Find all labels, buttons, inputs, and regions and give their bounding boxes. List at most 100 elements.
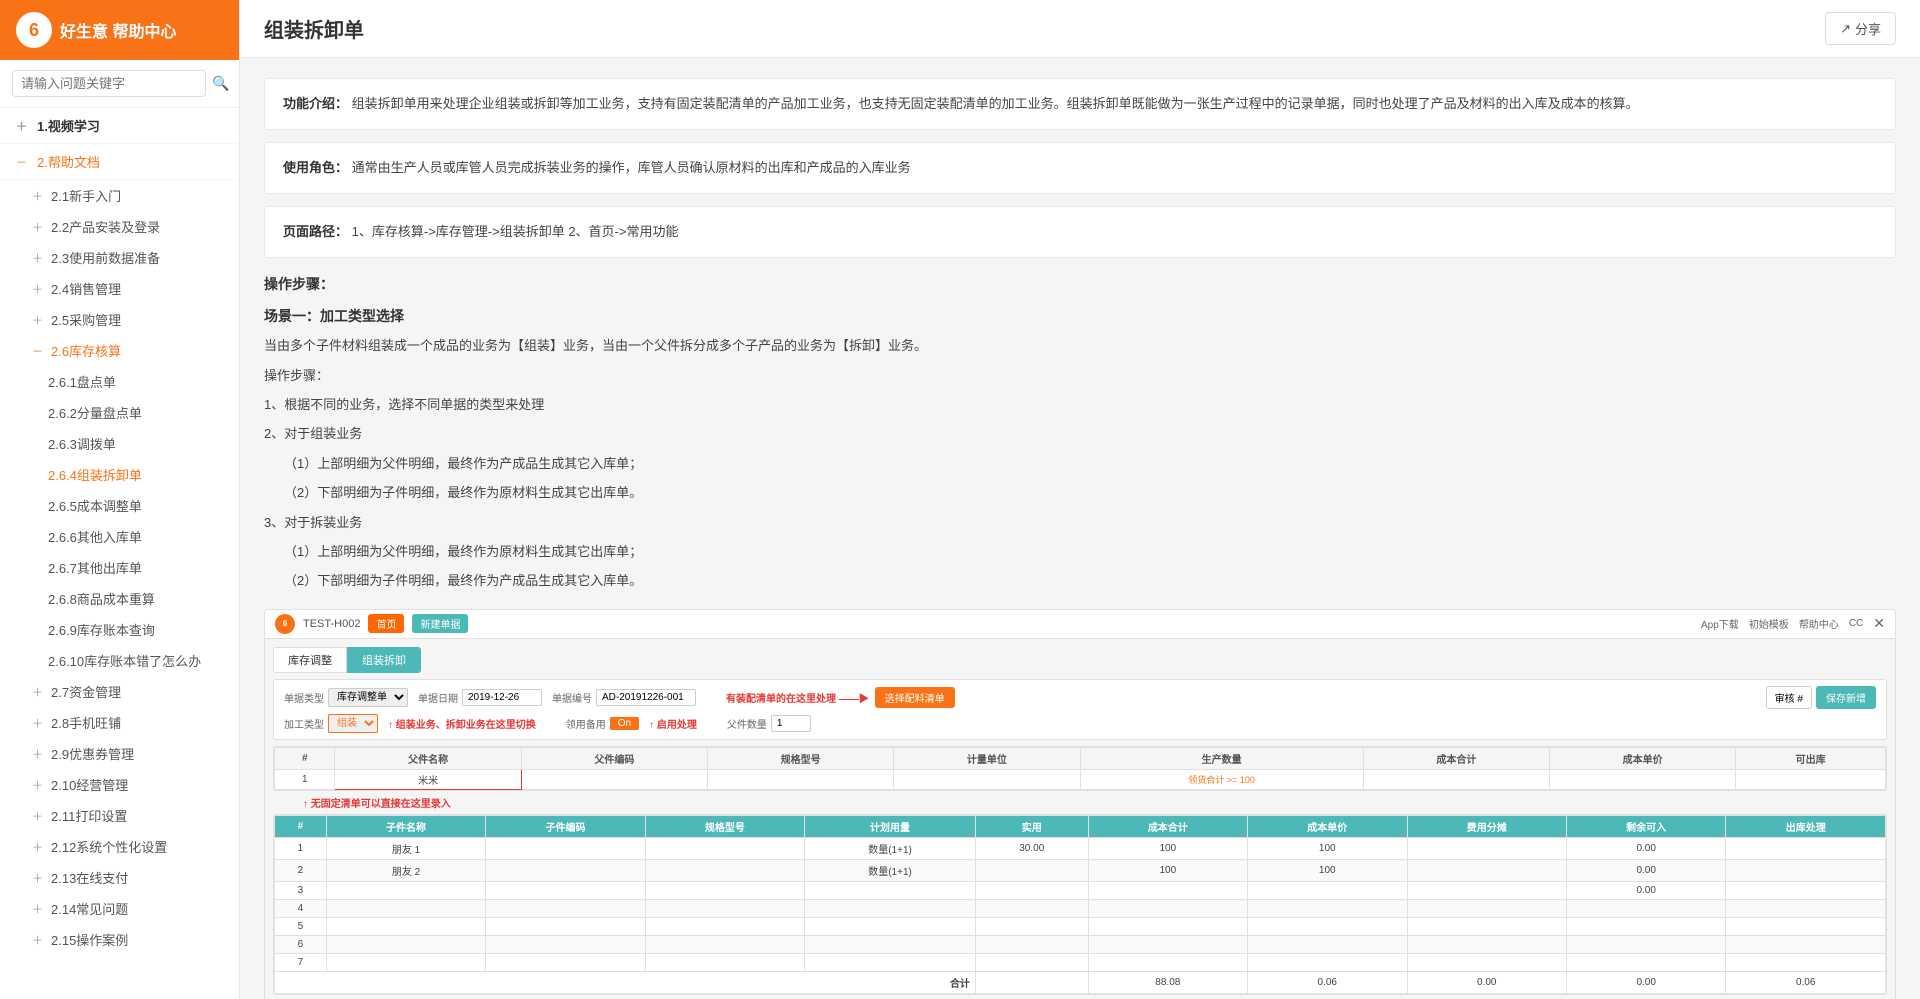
col-sub-cost-total: 成本合计: [1088, 815, 1247, 837]
sidebar-item-other-out[interactable]: 2.6.7其他出库单: [0, 552, 239, 583]
close-icon[interactable]: ✕: [1873, 615, 1885, 632]
sidebar-header: 6 好生意 帮助中心: [0, 0, 239, 60]
scene1-title: 场景一：加工类型选择: [264, 306, 1896, 326]
expand-icon: ＋: [32, 870, 43, 886]
table-row: 6: [275, 935, 1886, 953]
col-sub-name: 子件名称: [326, 815, 485, 837]
role-block: 使用角色： 通常由生产人员或库管人员完成拆装业务的操作，库管人员确认原材料的出库…: [264, 142, 1896, 194]
col-sub-cost-unit: 成本单价: [1248, 815, 1407, 837]
sidebar-item-online-pay[interactable]: ＋ 2.13在线支付: [0, 862, 239, 893]
step2: 2、对于组装业务: [264, 422, 1896, 445]
collapse-icon: －: [32, 343, 43, 359]
screenshot-container: 6 TEST-H002 首页 新建单据 App下载 初始模板 帮助中心 CC ✕…: [264, 609, 1896, 999]
inner-nav-home[interactable]: 首页: [368, 614, 404, 633]
annotation-manual: ↑ 无固定清单可以直接在这里录入: [303, 795, 1887, 810]
on-toggle[interactable]: On: [610, 717, 639, 730]
share-button[interactable]: ↗ 分享: [1825, 12, 1896, 45]
type-label: 加工类型: [284, 716, 324, 731]
sidebar-item-assembly[interactable]: 2.6.4组装拆卸单: [0, 459, 239, 490]
sidebar-item-fund[interactable]: ＋ 2.7资金管理: [0, 676, 239, 707]
expand-icon: ＋: [16, 118, 27, 134]
collapse-icon: －: [16, 154, 27, 170]
sidebar-item-data-prep[interactable]: ＋ 2.3使用前数据准备: [0, 242, 239, 273]
sidebar-item-purchase[interactable]: ＋ 2.5采购管理: [0, 304, 239, 335]
date-label: 单据日期: [418, 690, 458, 705]
steps-sub-label: 操作步骤：: [264, 364, 1896, 387]
sidebar-item-ops[interactable]: ＋ 2.10经营管理: [0, 769, 239, 800]
tab-adjust[interactable]: 库存调整: [273, 647, 347, 673]
parent-qty-label: 父件数量: [727, 716, 767, 731]
expand-icon: ＋: [32, 901, 43, 917]
sidebar-item-inventory[interactable]: － 2.6库存核算: [0, 335, 239, 366]
inner-nav-help[interactable]: 帮助中心: [1799, 616, 1839, 631]
footer-val1: [975, 971, 1088, 993]
inner-company: TEST-H002: [303, 618, 360, 630]
step2-1: （1）上部明细为父件明细，最终作为产成品生成其它入库单；: [284, 452, 1896, 475]
intro-label: 功能介绍：: [283, 96, 348, 111]
parent-name-input-cell[interactable]: 米米: [335, 769, 521, 789]
tab-assembly[interactable]: 组装拆卸: [347, 647, 421, 673]
annotation-has-config: 有装配清单的在这里处理 ——▶: [726, 694, 869, 705]
path-label: 页面路径：: [283, 224, 348, 239]
expand-icon: ＋: [32, 777, 43, 793]
table-row: 1 米米 领货合计 >= 100: [275, 769, 1886, 789]
sidebar-item-faq[interactable]: ＋ 2.14常见问题: [0, 893, 239, 924]
table-row: 1朋友 1 数量(1+1)30.001001000.00: [275, 837, 1886, 859]
table-row: 4: [275, 899, 1886, 917]
footer-val3: 0.06: [1248, 971, 1407, 993]
expand-icon: ＋: [32, 808, 43, 824]
confirm-label: 领用备用: [566, 716, 606, 731]
config-list-btn[interactable]: 选择配料清单: [875, 687, 955, 708]
page-title: 组装拆卸单: [264, 14, 364, 43]
sidebar-item-docs[interactable]: － 2.帮助文档: [0, 144, 239, 180]
type-select[interactable]: 组装 拆卸: [328, 714, 378, 733]
search-icon[interactable]: 🔍: [212, 75, 229, 92]
inner-nav-template[interactable]: 初始模板: [1749, 616, 1789, 631]
inner-nav-cc[interactable]: CC: [1849, 618, 1863, 629]
date-input[interactable]: [462, 689, 542, 706]
sidebar-item-mobile[interactable]: ＋ 2.8手机旺铺: [0, 707, 239, 738]
col-produce-qty: 生产数量: [1080, 747, 1363, 769]
intro-text: 组装拆卸单用来处理企业组装或拆卸等加工业务，支持有固定装配清单的产品加工业务，也…: [352, 96, 1639, 111]
inner-nav-new[interactable]: 新建单据: [412, 614, 468, 633]
sidebar-item-partial-stocktake[interactable]: 2.6.2分量盘点单: [0, 397, 239, 428]
sidebar-item-sales[interactable]: ＋ 2.4销售管理: [0, 273, 239, 304]
sidebar-item-ledger-wrong[interactable]: 2.6.10库存账本错了怎么办: [0, 645, 239, 676]
inner-nav-app[interactable]: App下载: [1701, 616, 1739, 631]
role-label: 使用角色：: [283, 160, 348, 175]
bill-type-select[interactable]: 库存调整单: [328, 688, 408, 707]
sidebar-item-coupon[interactable]: ＋ 2.9优惠券管理: [0, 738, 239, 769]
annotation-assembly: ↑ 组装业务、拆卸业务在这里切换: [388, 716, 536, 731]
search-input[interactable]: [12, 70, 206, 97]
sidebar-item-new-user[interactable]: ＋ 2.1新手入门: [0, 180, 239, 211]
expand-icon: ＋: [32, 250, 43, 266]
sidebar-item-customize[interactable]: ＋ 2.12系统个性化设置: [0, 831, 239, 862]
bill-no-input[interactable]: [596, 689, 696, 706]
path-block: 页面路径： 1、库存核算->库存管理->组装拆卸单 2、首页->常用功能: [264, 206, 1896, 258]
col-cost-total: 成本合计: [1363, 747, 1549, 769]
logo-icon: 6: [16, 12, 52, 48]
footer-val4: 0.00: [1407, 971, 1566, 993]
sidebar-item-video[interactable]: ＋ 1.视频学习: [0, 108, 239, 144]
main-content: 组装拆卸单 ↗ 分享 功能介绍： 组装拆卸单用来处理企业组装或拆卸等加工业务，支…: [240, 0, 1920, 999]
parent-qty-input[interactable]: [771, 715, 811, 732]
save-btn[interactable]: 保存新增: [1816, 686, 1876, 709]
table-row: 2朋友 2 数量(1+1)1001000.00: [275, 859, 1886, 881]
sidebar-item-stocktake[interactable]: 2.6.1盘点单: [0, 366, 239, 397]
step3: 3、对于拆装业务: [264, 511, 1896, 534]
sidebar-item-ledger[interactable]: 2.6.9库存账本查询: [0, 614, 239, 645]
table-row: 5: [275, 917, 1886, 935]
col-sub-code: 子件编码: [486, 815, 645, 837]
col-available: 可出库: [1736, 747, 1886, 769]
approve-btn[interactable]: 审核 #: [1766, 686, 1812, 709]
sidebar-item-transfer[interactable]: 2.6.3调拨单: [0, 428, 239, 459]
expand-icon: ＋: [32, 839, 43, 855]
sidebar-item-print[interactable]: ＋ 2.11打印设置: [0, 800, 239, 831]
expand-icon: ＋: [32, 188, 43, 204]
sidebar-item-cost-adjust[interactable]: 2.6.5成本调整单: [0, 490, 239, 521]
sidebar-item-cost-recalc[interactable]: 2.6.8商品成本重算: [0, 583, 239, 614]
sidebar-item-cases[interactable]: ＋ 2.15操作案例: [0, 924, 239, 955]
sidebar-item-install[interactable]: ＋ 2.2产品安装及登录: [0, 211, 239, 242]
sidebar-item-other-in[interactable]: 2.6.6其他入库单: [0, 521, 239, 552]
step3-2: （2）下部明细为子件明细，最终作为产成品生成其它入库单。: [284, 569, 1896, 592]
